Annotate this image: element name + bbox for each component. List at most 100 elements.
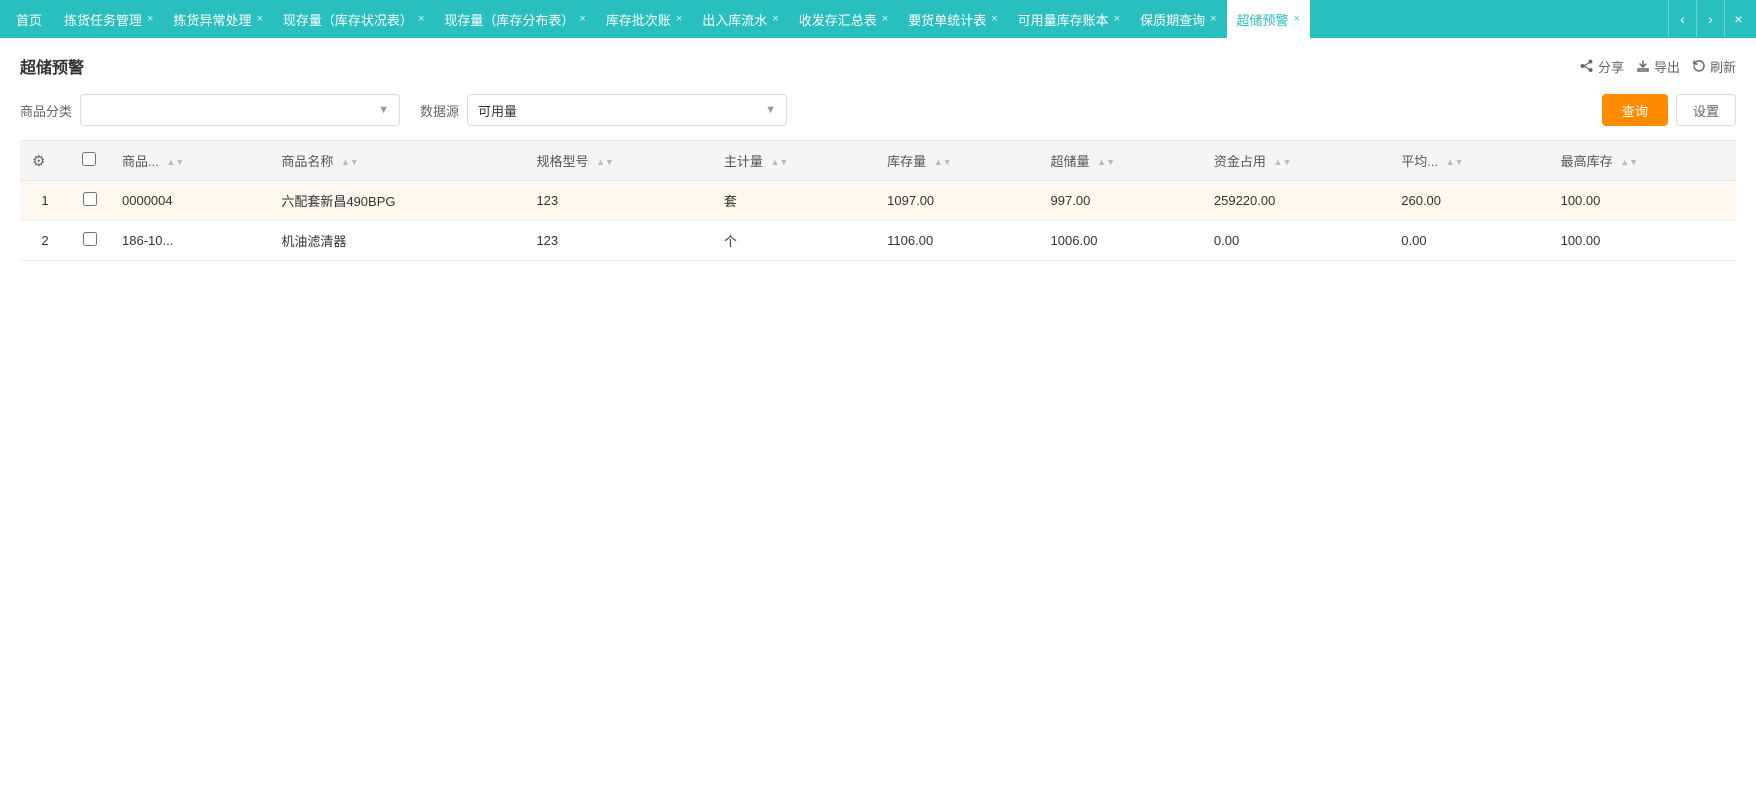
row-1-product-code: 0000004 [110, 181, 269, 221]
sort-icon-stock: ▲▼ [934, 158, 952, 167]
sort-icon-max-stock: ▲▼ [1620, 158, 1638, 167]
sort-icon-product-name: ▲▼ [341, 158, 359, 167]
page-title: 超储预警 [20, 54, 84, 78]
nav-tab-8[interactable]: 要货单统计表 × [898, 0, 1007, 38]
nav-tab-9[interactable]: 可用量库存账本 × [1008, 0, 1130, 38]
row-2-stock: 1106.00 [875, 221, 1038, 261]
page-header: 超储预警 分享 导出 刷新 [20, 54, 1736, 78]
row-2-checkbox[interactable] [83, 232, 97, 246]
row-1-checkbox-cell [70, 181, 110, 221]
row-1-overstock: 997.00 [1039, 181, 1202, 221]
col-header-overstock[interactable]: 超储量 ▲▼ [1039, 141, 1202, 181]
datasource-filter: 数据源 可用量 ▼ [420, 94, 787, 126]
nav-tab-11[interactable]: 超储预警 × [1227, 0, 1310, 38]
col-header-unit[interactable]: 主计量 ▲▼ [712, 141, 875, 181]
row-2-checkbox-cell [70, 221, 110, 261]
row-2-overstock: 1006.00 [1039, 221, 1202, 261]
sort-icon-product-code: ▲▼ [166, 158, 184, 167]
close-tab-5[interactable]: × [676, 13, 682, 25]
nav-tab-10[interactable]: 保质期查询 × [1130, 0, 1226, 38]
category-select[interactable]: ▼ [80, 94, 400, 126]
nav-tab-2[interactable]: 拣货异常处理 × [163, 0, 272, 38]
export-button[interactable]: 导出 [1636, 57, 1680, 76]
row-2-index: 2 [20, 221, 70, 261]
nav-tab-6[interactable]: 出入库流水 × [692, 0, 788, 38]
close-tab-11[interactable]: × [1294, 13, 1300, 25]
datasource-select[interactable]: 可用量 ▼ [467, 94, 787, 126]
col-header-spec[interactable]: 规格型号 ▲▼ [524, 141, 711, 181]
row-1-product-name: 六配套新昌490BPG [269, 181, 524, 221]
filter-row: 商品分类 ▼ 数据源 可用量 ▼ 查询 设置 [20, 94, 1736, 126]
datasource-label: 数据源 [420, 101, 459, 120]
col-header-settings[interactable]: ⚙ [20, 141, 70, 181]
row-1-avg: 260.00 [1389, 181, 1548, 221]
col-header-stock[interactable]: 库存量 ▲▼ [875, 141, 1038, 181]
setting-button[interactable]: 设置 [1676, 94, 1736, 126]
row-1-spec: 123 [524, 181, 711, 221]
table-row: 2 186-10... 机油滤清器 123 个 1106.00 1006.00 … [20, 221, 1736, 261]
row-1-capital: 259220.00 [1202, 181, 1389, 221]
data-table: ⚙ 商品... ▲▼ 商品名称 ▲▼ 规格型号 ▲▼ 主计 [20, 140, 1736, 261]
close-tab-10[interactable]: × [1210, 13, 1216, 25]
row-2-capital: 0.00 [1202, 221, 1389, 261]
datasource-select-value: 可用量 [478, 101, 517, 120]
select-all-checkbox[interactable] [82, 152, 96, 166]
table-body: 1 0000004 六配套新昌490BPG 123 套 1097.00 997.… [20, 181, 1736, 261]
nav-tab-1[interactable]: 拣货任务管理 × [54, 0, 163, 38]
close-tab-7[interactable]: × [882, 13, 888, 25]
nav-tab-3[interactable]: 现存量（库存状况表） × [273, 0, 434, 38]
top-nav: 首页 拣货任务管理 × 拣货异常处理 × 现存量（库存状况表） × 现存量（库存… [0, 0, 1756, 38]
sort-icon-capital: ▲▼ [1274, 158, 1292, 167]
nav-home[interactable]: 首页 [4, 10, 54, 29]
nav-arrows: ‹ › × [1668, 0, 1752, 38]
share-icon [1580, 59, 1594, 73]
close-tab-2[interactable]: × [256, 13, 262, 25]
nav-prev-arrow[interactable]: ‹ [1668, 0, 1696, 38]
col-header-capital[interactable]: 资金占用 ▲▼ [1202, 141, 1389, 181]
nav-tab-7[interactable]: 收发存汇总表 × [789, 0, 898, 38]
close-tab-4[interactable]: × [579, 13, 585, 25]
sort-icon-unit: ▲▼ [770, 158, 788, 167]
sort-icon-avg: ▲▼ [1446, 158, 1464, 167]
close-tab-9[interactable]: × [1114, 13, 1120, 25]
row-2-max-stock: 100.00 [1549, 221, 1736, 261]
row-2-avg: 0.00 [1389, 221, 1548, 261]
col-header-product-code[interactable]: 商品... ▲▼ [110, 141, 269, 181]
close-tab-1[interactable]: × [147, 13, 153, 25]
share-button[interactable]: 分享 [1580, 57, 1624, 76]
col-header-max-stock[interactable]: 最高库存 ▲▼ [1549, 141, 1736, 181]
row-1-checkbox[interactable] [83, 192, 97, 206]
row-1-stock: 1097.00 [875, 181, 1038, 221]
table-header: ⚙ 商品... ▲▼ 商品名称 ▲▼ 规格型号 ▲▼ 主计 [20, 141, 1736, 181]
export-icon [1636, 59, 1650, 73]
row-2-product-code: 186-10... [110, 221, 269, 261]
filter-buttons: 查询 设置 [1602, 94, 1736, 126]
close-tab-8[interactable]: × [991, 13, 997, 25]
nav-tab-5[interactable]: 库存批次账 × [596, 0, 692, 38]
close-tab-6[interactable]: × [772, 13, 778, 25]
refresh-button[interactable]: 刷新 [1692, 57, 1736, 76]
table-row: 1 0000004 六配套新昌490BPG 123 套 1097.00 997.… [20, 181, 1736, 221]
query-button[interactable]: 查询 [1602, 94, 1668, 126]
page-content: 超储预警 分享 导出 刷新 [0, 38, 1756, 800]
col-header-checkbox[interactable] [70, 141, 110, 181]
nav-close-arrow[interactable]: × [1724, 0, 1752, 38]
row-2-spec: 123 [524, 221, 711, 261]
header-actions: 分享 导出 刷新 [1580, 57, 1736, 76]
row-1-unit: 套 [712, 181, 875, 221]
col-header-avg[interactable]: 平均... ▲▼ [1389, 141, 1548, 181]
nav-next-arrow[interactable]: › [1696, 0, 1724, 38]
col-header-product-name[interactable]: 商品名称 ▲▼ [269, 141, 524, 181]
category-filter: 商品分类 ▼ [20, 94, 400, 126]
sort-icon-overstock: ▲▼ [1097, 158, 1115, 167]
close-tab-3[interactable]: × [418, 13, 424, 25]
row-2-unit: 个 [712, 221, 875, 261]
refresh-icon [1692, 59, 1706, 73]
datasource-chevron-icon: ▼ [765, 104, 776, 116]
row-2-product-name: 机油滤清器 [269, 221, 524, 261]
row-1-max-stock: 100.00 [1549, 181, 1736, 221]
nav-tab-4[interactable]: 现存量（库存分布表） × [434, 0, 595, 38]
settings-icon[interactable]: ⚙ [32, 153, 45, 170]
category-chevron-icon: ▼ [378, 104, 389, 116]
row-1-index: 1 [20, 181, 70, 221]
